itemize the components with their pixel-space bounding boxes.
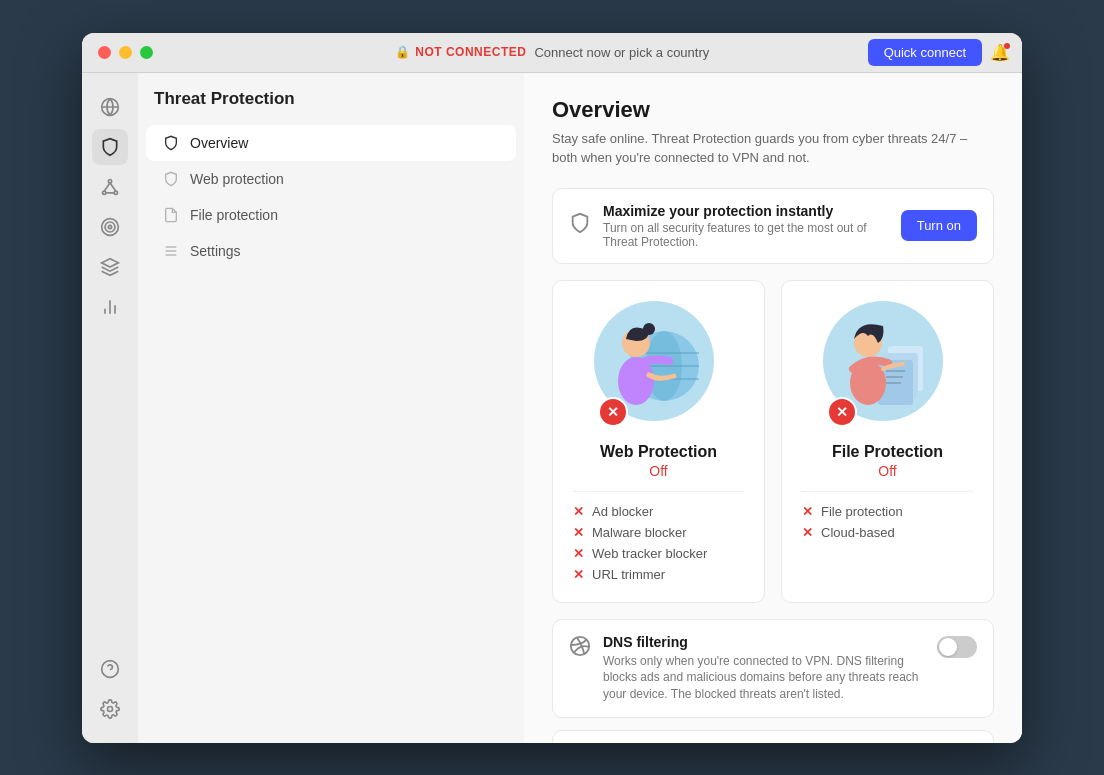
feature-file-protection: ✕ File protection xyxy=(802,504,973,519)
file-protection-illustration: ✕ xyxy=(823,301,953,431)
web-protection-features: ✕ Ad blocker ✕ Malware blocker ✕ Web tra… xyxy=(573,504,744,582)
sidebar-item-label: Web protection xyxy=(190,171,284,187)
nav-icon-help[interactable] xyxy=(92,651,128,687)
sidebar-section-title: Threat Protection xyxy=(138,89,524,125)
sidebar-item-label: File protection xyxy=(190,207,278,223)
minimize-button[interactable] xyxy=(119,46,132,59)
sidebar-panel: Threat Protection Overview xyxy=(138,73,524,743)
traffic-lights xyxy=(98,46,153,59)
feature-x-icon: ✕ xyxy=(802,525,813,540)
turn-on-button[interactable]: Turn on xyxy=(901,210,977,241)
page-subtitle: Stay safe online. Threat Protection guar… xyxy=(552,129,994,168)
sidebar-item-file-protection[interactable]: File protection xyxy=(146,197,516,233)
titlebar-actions: Quick connect 🔔 xyxy=(868,39,1010,66)
toggle-thumb xyxy=(939,638,957,656)
file-protection-features: ✕ File protection ✕ Cloud-based xyxy=(802,504,973,540)
notification-dot xyxy=(1004,43,1010,49)
nav-icon-shield[interactable] xyxy=(92,129,128,165)
nav-icon-stats[interactable] xyxy=(92,289,128,325)
dns-title: DNS filtering xyxy=(603,634,925,650)
nav-icon-layers[interactable] xyxy=(92,249,128,285)
connection-status: 🔒 NOT CONNECTED xyxy=(395,45,527,59)
file-protection-icon xyxy=(162,206,180,224)
web-protection-icon xyxy=(162,170,180,188)
web-protection-card: ✕ Web Protection Off ✕ Ad blocker ✕ Malw… xyxy=(552,280,765,603)
card-divider xyxy=(573,491,744,492)
web-protection-name: Web Protection xyxy=(600,443,717,461)
banner-shield-icon xyxy=(569,212,591,239)
file-protection-card: ✕ File Protection Off ✕ File protection … xyxy=(781,280,994,603)
connect-prompt: Connect now or pick a country xyxy=(534,45,709,60)
content-area: Overview Stay safe online. Threat Protec… xyxy=(524,73,1022,743)
dns-text: DNS filtering Works only when you're con… xyxy=(603,634,925,703)
maximize-button[interactable] xyxy=(140,46,153,59)
feature-malware-blocker: ✕ Malware blocker xyxy=(573,525,744,540)
svg-line-4 xyxy=(104,182,110,190)
titlebar-center: 🔒 NOT CONNECTED Connect now or pick a co… xyxy=(395,45,710,60)
feature-x-icon: ✕ xyxy=(802,504,813,519)
close-button[interactable] xyxy=(98,46,111,59)
dns-icon xyxy=(569,635,591,662)
settings-icon xyxy=(162,242,180,260)
quick-connect-button[interactable]: Quick connect xyxy=(868,39,982,66)
svg-point-27 xyxy=(643,323,655,335)
lock-icon: 🔒 xyxy=(395,45,411,59)
overview-icon xyxy=(162,134,180,152)
svg-point-2 xyxy=(103,191,106,194)
svg-point-16 xyxy=(108,706,113,711)
sidebar-item-overview[interactable]: Overview xyxy=(146,125,516,161)
main-content: Threat Protection Overview xyxy=(82,73,1022,743)
banner-title: Maximize your protection instantly xyxy=(603,203,889,219)
feature-cloud-based: ✕ Cloud-based xyxy=(802,525,973,540)
sidebar-item-settings[interactable]: Settings xyxy=(146,233,516,269)
file-protection-name: File Protection xyxy=(832,443,943,461)
file-protection-off-badge: ✕ xyxy=(827,397,857,427)
nav-icon-mesh[interactable] xyxy=(92,169,128,205)
svg-point-3 xyxy=(114,191,117,194)
feature-x-icon: ✕ xyxy=(573,546,584,561)
sidebar-item-label: Overview xyxy=(190,135,248,151)
feature-url-trimmer: ✕ URL trimmer xyxy=(573,567,744,582)
protection-cards: ✕ Web Protection Off ✕ Ad blocker ✕ Malw… xyxy=(552,280,994,603)
svg-point-9 xyxy=(108,225,111,228)
feature-ad-blocker: ✕ Ad blocker xyxy=(573,504,744,519)
svg-point-1 xyxy=(108,179,111,182)
svg-point-8 xyxy=(105,222,115,232)
app-window: 🔒 NOT CONNECTED Connect now or pick a co… xyxy=(82,33,1022,743)
feature-web-tracker: ✕ Web tracker blocker xyxy=(573,546,744,561)
feature-x-icon: ✕ xyxy=(573,567,584,582)
status-text: NOT CONNECTED xyxy=(415,45,526,59)
protection-banner: Maximize your protection instantly Turn … xyxy=(552,188,994,264)
sidebar-nav-icons xyxy=(82,73,138,743)
file-protection-status: Off xyxy=(878,463,896,479)
nav-icon-settings[interactable] xyxy=(92,691,128,727)
dns-filtering-section: DNS filtering Works only when you're con… xyxy=(552,619,994,718)
svg-line-5 xyxy=(110,182,116,190)
sidebar-item-label: Settings xyxy=(190,243,241,259)
banner-text: Maximize your protection instantly Turn … xyxy=(603,203,889,249)
svg-marker-10 xyxy=(102,258,119,266)
web-protection-status: Off xyxy=(649,463,667,479)
feature-x-icon: ✕ xyxy=(573,504,584,519)
nav-icon-target[interactable] xyxy=(92,209,128,245)
notifications-button[interactable]: 🔔 xyxy=(990,43,1010,62)
report-problem-section: Report a problem Something doesn't work … xyxy=(552,730,994,743)
feature-x-icon: ✕ xyxy=(573,525,584,540)
sidebar-layout: Threat Protection Overview xyxy=(82,73,524,743)
web-protection-off-badge: ✕ xyxy=(598,397,628,427)
dns-description: Works only when you're connected to VPN.… xyxy=(603,653,925,703)
banner-description: Turn on all security features to get the… xyxy=(603,221,889,249)
dns-toggle[interactable] xyxy=(937,636,977,658)
titlebar: 🔒 NOT CONNECTED Connect now or pick a co… xyxy=(82,33,1022,73)
web-protection-illustration: ✕ xyxy=(594,301,724,431)
card-divider xyxy=(802,491,973,492)
nav-icon-globe[interactable] xyxy=(92,89,128,125)
sidebar-item-web-protection[interactable]: Web protection xyxy=(146,161,516,197)
page-title: Overview xyxy=(552,97,994,123)
